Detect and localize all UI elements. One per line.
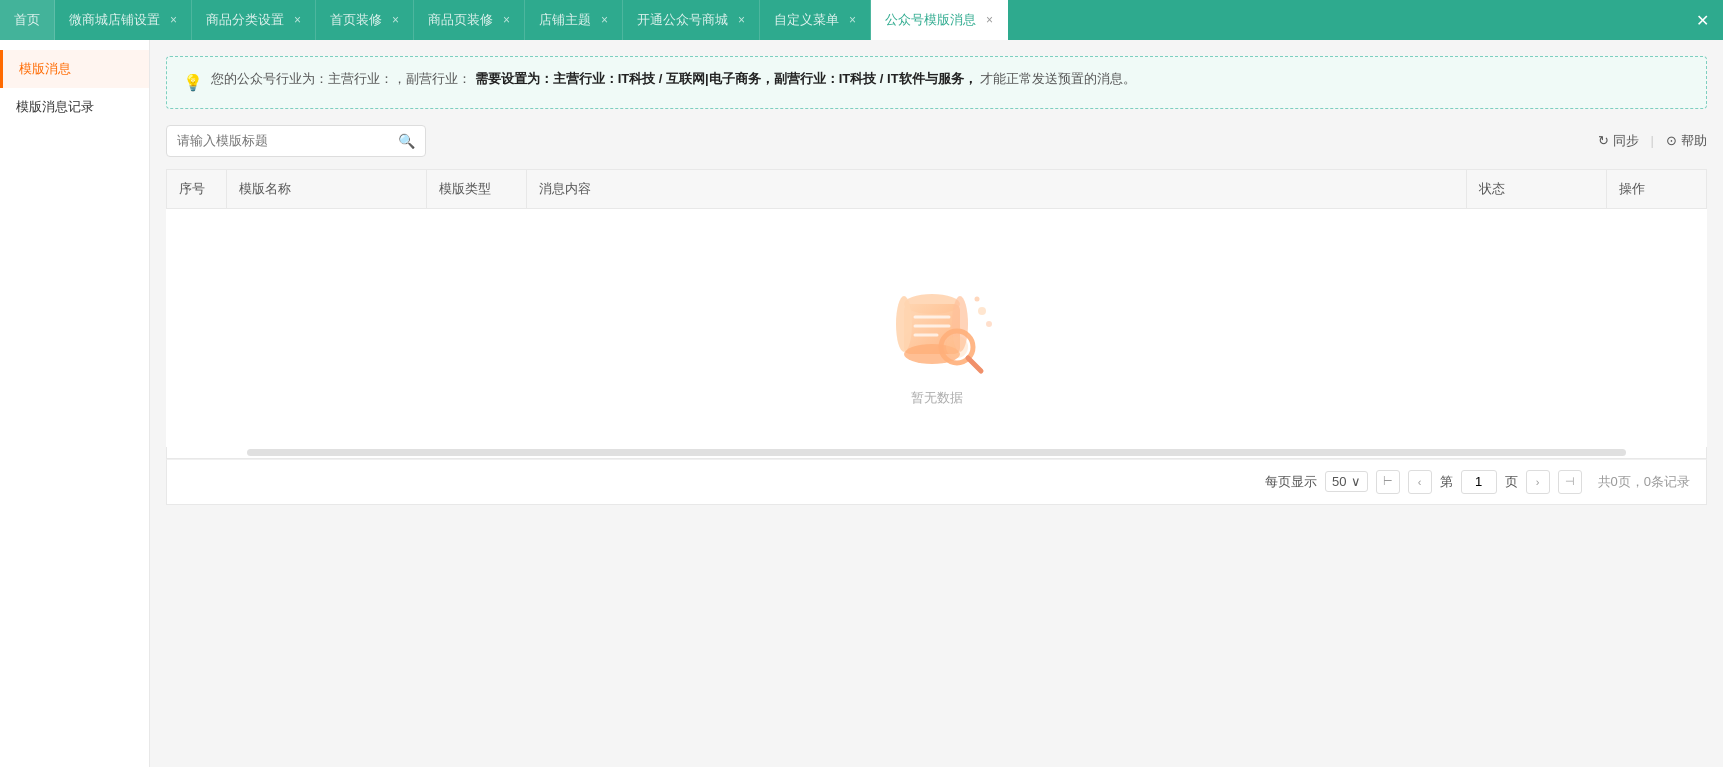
sidebar-item-template-record-label: 模版消息记录 — [16, 99, 94, 114]
action-divider: | — [1651, 133, 1654, 148]
sidebar-item-template-record[interactable]: 模版消息记录 — [0, 88, 149, 126]
svg-line-10 — [968, 358, 981, 371]
th-content: 消息内容 — [527, 169, 1467, 208]
sidebar: 模版消息 模版消息记录 — [0, 40, 150, 767]
sync-button[interactable]: ↻ 同步 — [1598, 132, 1639, 150]
tab-product-decor[interactable]: 商品页装修 × — [414, 0, 525, 40]
pagination-bar: 每页显示 50 ∨ ⊢ ‹ 第 页 › ⊣ 共0页，0条记录 — [166, 459, 1707, 505]
prev-page-button[interactable]: ‹ — [1408, 470, 1432, 494]
th-action: 操作 — [1607, 169, 1707, 208]
last-page-button[interactable]: ⊣ — [1558, 470, 1582, 494]
empty-cell: 暂无数据 — [167, 208, 1707, 447]
scroll-bar-track[interactable] — [247, 449, 1626, 456]
sidebar-item-template-label: 模版消息 — [19, 61, 71, 76]
sync-label: 同步 — [1613, 132, 1639, 150]
notice-suffix: 才能正常发送预置的消息。 — [980, 71, 1136, 86]
tab-product-decor-label: 商品页装修 — [428, 11, 493, 29]
notice-icon: 💡 — [183, 70, 203, 96]
tab-template-msg-label: 公众号模版消息 — [885, 11, 976, 29]
tab-wechat-shop-label: 微商城店铺设置 — [69, 11, 160, 29]
tab-store-theme-label: 店铺主题 — [539, 11, 591, 29]
scroll-bar-area[interactable] — [166, 447, 1707, 459]
page-label: 页 — [1505, 473, 1518, 491]
main-content: 💡 您的公众号行业为：主营行业：，副营行业： 需要设置为：主营行业：IT科技 /… — [150, 40, 1723, 767]
tab-bar-close-all[interactable]: ✕ — [1682, 11, 1723, 30]
search-bar: 🔍 ↻ 同步 | ⊙ 帮助 — [166, 125, 1707, 157]
tab-homepage-decor-label: 首页装修 — [330, 11, 382, 29]
th-name: 模版名称 — [227, 169, 427, 208]
tab-bar: 首页 微商城店铺设置 × 商品分类设置 × 首页装修 × 商品页装修 × 店铺主… — [0, 0, 1723, 40]
main-layout: 模版消息 模版消息记录 💡 您的公众号行业为：主营行业：，副营行业： 需要设置为… — [0, 40, 1723, 767]
tab-homepage-decor[interactable]: 首页装修 × — [316, 0, 414, 40]
page-di-label: 第 — [1440, 473, 1453, 491]
empty-illustration — [877, 269, 997, 389]
search-icon[interactable]: 🔍 — [398, 133, 415, 149]
tab-custom-menu-close[interactable]: × — [849, 14, 856, 26]
next-page-button[interactable]: › — [1526, 470, 1550, 494]
tab-category[interactable]: 商品分类设置 × — [192, 0, 316, 40]
tab-product-decor-close[interactable]: × — [503, 14, 510, 26]
tab-category-close[interactable]: × — [294, 14, 301, 26]
sync-icon: ↻ — [1598, 133, 1609, 148]
search-actions: ↻ 同步 | ⊙ 帮助 — [1598, 132, 1707, 150]
th-seq: 序号 — [167, 169, 227, 208]
svg-point-13 — [974, 296, 979, 301]
tab-template-msg[interactable]: 公众号模版消息 × — [871, 0, 1008, 40]
svg-point-12 — [986, 321, 992, 327]
tab-homepage-decor-close[interactable]: × — [392, 14, 399, 26]
data-table: 序号 模版名称 模版类型 消息内容 状态 操作 — [166, 169, 1707, 447]
help-label: 帮助 — [1681, 132, 1707, 150]
current-page-input[interactable] — [1461, 470, 1497, 494]
empty-row: 暂无数据 — [167, 208, 1707, 447]
search-input-wrap[interactable]: 🔍 — [166, 125, 426, 157]
tab-custom-menu[interactable]: 自定义菜单 × — [760, 0, 871, 40]
tab-home[interactable]: 首页 — [0, 0, 55, 40]
empty-text: 暂无数据 — [911, 389, 963, 407]
page-size-label: 每页显示 — [1265, 473, 1317, 491]
notice-text: 您的公众号行业为：主营行业：，副营行业： 需要设置为：主营行业：IT科技 / 互… — [211, 69, 1136, 90]
tab-store-theme[interactable]: 店铺主题 × — [525, 0, 623, 40]
page-size-select[interactable]: 50 ∨ — [1325, 471, 1367, 492]
tab-template-msg-close[interactable]: × — [986, 14, 993, 26]
tab-wechat-shop-close[interactable]: × — [170, 14, 177, 26]
svg-point-11 — [978, 307, 986, 315]
tab-open-mall[interactable]: 开通公众号商城 × — [623, 0, 760, 40]
total-info: 共0页，0条记录 — [1598, 473, 1690, 491]
table-header-row: 序号 模版名称 模版类型 消息内容 状态 操作 — [167, 169, 1707, 208]
tab-wechat-shop[interactable]: 微商城店铺设置 × — [55, 0, 192, 40]
empty-state: 暂无数据 — [167, 209, 1707, 447]
svg-point-3 — [896, 296, 912, 352]
tab-home-label: 首页 — [14, 11, 40, 29]
svg-point-9 — [946, 336, 968, 358]
th-type: 模版类型 — [427, 169, 527, 208]
sidebar-item-template[interactable]: 模版消息 — [0, 50, 149, 88]
page-size-value: 50 — [1332, 474, 1346, 489]
notice-box: 💡 您的公众号行业为：主营行业：，副营行业： 需要设置为：主营行业：IT科技 /… — [166, 56, 1707, 109]
tab-open-mall-label: 开通公众号商城 — [637, 11, 728, 29]
help-icon: ⊙ — [1666, 133, 1677, 148]
notice-highlight: 需要设置为：主营行业：IT科技 / 互联网|电子商务，副营行业：IT科技 / I… — [475, 71, 977, 86]
tab-custom-menu-label: 自定义菜单 — [774, 11, 839, 29]
tab-open-mall-close[interactable]: × — [738, 14, 745, 26]
th-status: 状态 — [1467, 169, 1607, 208]
first-page-button[interactable]: ⊢ — [1376, 470, 1400, 494]
tab-category-label: 商品分类设置 — [206, 11, 284, 29]
tab-store-theme-close[interactable]: × — [601, 14, 608, 26]
search-input[interactable] — [177, 133, 398, 148]
help-button[interactable]: ⊙ 帮助 — [1666, 132, 1707, 150]
notice-prefix: 您的公众号行业为：主营行业：，副营行业： — [211, 71, 471, 86]
page-size-chevron: ∨ — [1351, 474, 1361, 489]
